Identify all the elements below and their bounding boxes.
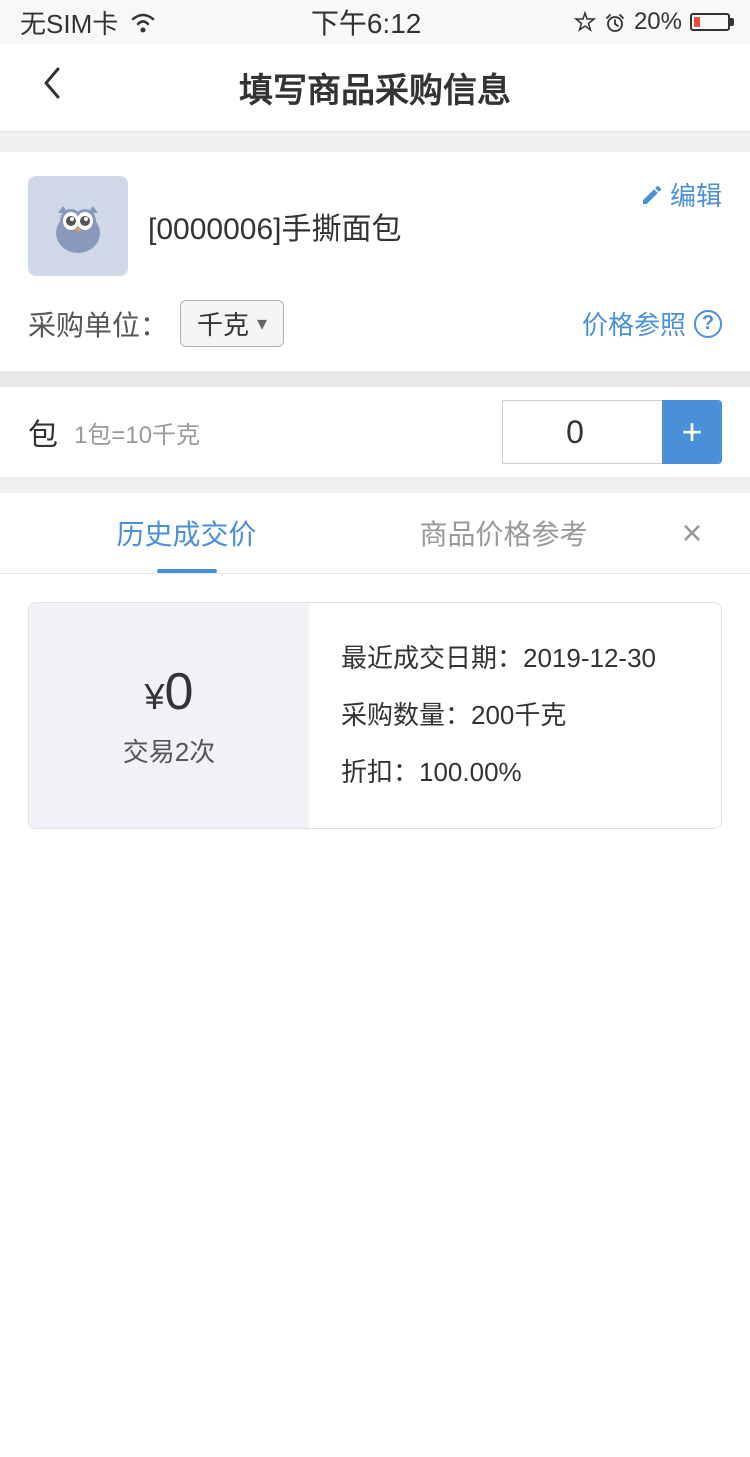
transaction-date-row: 最近成交日期：2019-12-30 xyxy=(341,639,689,678)
owl-logo xyxy=(43,191,113,261)
location-icon xyxy=(574,11,596,33)
discount-label: 折扣： xyxy=(341,757,419,787)
quantity-plus-button[interactable]: + xyxy=(662,400,722,464)
currency-symbol: ¥ xyxy=(145,676,165,717)
transaction-discount-row: 折扣：100.00% xyxy=(341,753,689,792)
battery-indicator xyxy=(690,13,730,31)
tab-header: 历史成交价 商品价格参考 × xyxy=(0,493,750,574)
tab-panel: 历史成交价 商品价格参考 × ¥0 交易2次 最近成交日期：2019-12-30… xyxy=(0,493,750,857)
discount-value: 100.00% xyxy=(419,757,522,787)
close-icon: × xyxy=(681,512,702,554)
transaction-details: 最近成交日期：2019-12-30 采购数量：200千克 折扣：100.00% xyxy=(309,603,721,828)
qty-conversion: 1包=10千克 xyxy=(74,415,200,450)
transaction-price: ¥0 xyxy=(145,662,194,722)
battery-percent: 20% xyxy=(634,8,682,36)
product-name: [0000006]手撕面包 xyxy=(148,204,401,248)
wifi-icon xyxy=(128,11,158,33)
help-icon: ? xyxy=(694,310,722,338)
price-value: 0 xyxy=(165,663,194,721)
product-thumbnail xyxy=(28,176,128,276)
quantity-input[interactable] xyxy=(502,400,662,464)
tab-price-reference[interactable]: 商品价格参考 xyxy=(345,493,662,573)
date-label: 最近成交日期： xyxy=(341,643,523,673)
chevron-down-icon: ▾ xyxy=(257,311,267,336)
quantity-row: 包 1包=10千克 + xyxy=(0,387,750,477)
edit-icon xyxy=(640,183,664,207)
tab2-label: 商品价格参考 xyxy=(419,513,587,553)
transaction-qty-row: 采购数量：200千克 xyxy=(341,696,689,735)
no-sim-label: 无SIM卡 xyxy=(20,4,118,41)
section-divider xyxy=(0,371,750,387)
transaction-summary: ¥0 交易2次 xyxy=(29,603,309,828)
status-bar: 无SIM卡 下午6:12 20% xyxy=(0,0,750,44)
date-value: 2019-12-30 xyxy=(523,643,656,673)
unit-value: 千克 xyxy=(197,305,249,342)
edit-button[interactable]: 编辑 xyxy=(640,176,722,213)
product-unit-row: 采购单位： 千克 ▾ 价格参照 ? xyxy=(28,300,722,347)
qty-unit-label: 包 xyxy=(28,410,58,454)
quantity-left: 包 1包=10千克 xyxy=(28,410,200,454)
tab-content: ¥0 交易2次 最近成交日期：2019-12-30 采购数量：200千克 折扣：… xyxy=(0,574,750,857)
back-button[interactable] xyxy=(28,51,76,124)
product-info: [0000006]手撕面包 xyxy=(28,176,401,276)
unit-label: 采购单位： xyxy=(28,304,168,344)
qty-label: 采购数量： xyxy=(341,700,471,730)
alarm-icon xyxy=(604,11,626,33)
page-title: 填写商品采购信息 xyxy=(239,63,511,112)
tab1-label: 历史成交价 xyxy=(116,513,256,553)
product-card: [0000006]手撕面包 编辑 采购单位： 千克 ▾ 价格参照 ? xyxy=(0,152,750,371)
quantity-input-group: + xyxy=(502,400,722,464)
price-ref-label: 价格参照 xyxy=(582,305,686,342)
price-ref-button[interactable]: 价格参照 ? xyxy=(582,305,722,342)
plus-icon: + xyxy=(681,411,702,453)
status-time: 下午6:12 xyxy=(311,2,422,42)
bottom-space xyxy=(0,857,750,1457)
status-carrier: 无SIM卡 xyxy=(20,4,158,41)
transaction-card: ¥0 交易2次 最近成交日期：2019-12-30 采购数量：200千克 折扣：… xyxy=(28,602,722,829)
unit-select-dropdown[interactable]: 千克 ▾ xyxy=(180,300,284,347)
nav-bar: 填写商品采购信息 xyxy=(0,44,750,132)
status-right: 20% xyxy=(574,8,730,36)
tab-close-button[interactable]: × xyxy=(662,493,722,573)
tab-history-price[interactable]: 历史成交价 xyxy=(28,493,345,573)
transaction-count: 交易2次 xyxy=(123,732,215,769)
qty-value: 200千克 xyxy=(471,700,566,730)
edit-label: 编辑 xyxy=(670,176,722,213)
